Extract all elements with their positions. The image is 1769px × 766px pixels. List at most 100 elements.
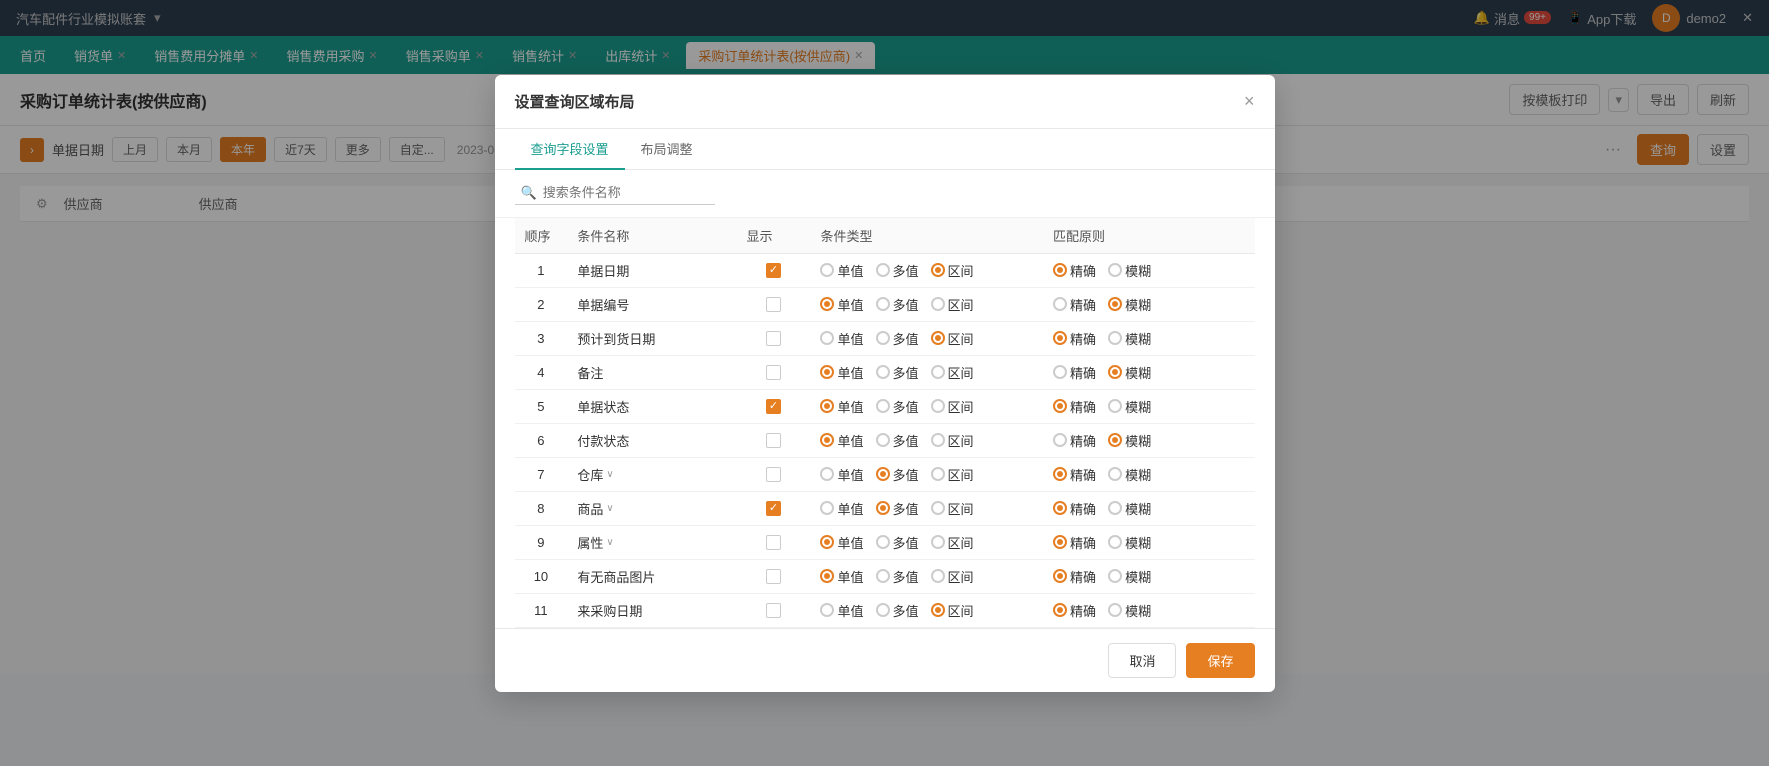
row-show-2[interactable] bbox=[736, 321, 810, 355]
cancel-button[interactable]: 取消 bbox=[1108, 643, 1176, 678]
row-show-0[interactable] bbox=[736, 253, 810, 287]
row-show-7[interactable] bbox=[736, 491, 810, 525]
show-checkbox-3[interactable] bbox=[766, 365, 781, 380]
radio-type-单值-row4[interactable]: 单值 bbox=[820, 397, 863, 416]
dialog-table-wrap: 顺序 条件名称 显示 条件类型 匹配原则 1 单据日期 单值 bbox=[495, 218, 1275, 628]
row-show-6[interactable] bbox=[736, 457, 810, 491]
show-checkbox-4[interactable] bbox=[766, 399, 781, 414]
radio-circle-精确 bbox=[1053, 535, 1067, 549]
radio-label-模糊: 模糊 bbox=[1125, 295, 1151, 314]
radio-match-模糊-row2[interactable]: 模糊 bbox=[1108, 329, 1151, 348]
radio-type-多值-row9[interactable]: 多值 bbox=[876, 567, 919, 586]
radio-type-单值-row0[interactable]: 单值 bbox=[820, 261, 863, 280]
radio-type-区间-row3[interactable]: 区间 bbox=[931, 363, 974, 382]
radio-label-模糊: 模糊 bbox=[1125, 465, 1151, 484]
radio-circle-多值 bbox=[876, 433, 890, 447]
radio-type-多值-row10[interactable]: 多值 bbox=[876, 601, 919, 620]
show-checkbox-1[interactable] bbox=[766, 297, 781, 312]
radio-match-精确-row8[interactable]: 精确 bbox=[1053, 533, 1096, 552]
radio-type-单值-row10[interactable]: 单值 bbox=[820, 601, 863, 620]
radio-type-单值-row2[interactable]: 单值 bbox=[820, 329, 863, 348]
row-order-0: 1 bbox=[515, 253, 568, 287]
radio-type-区间-row5[interactable]: 区间 bbox=[931, 431, 974, 450]
radio-match-模糊-row9[interactable]: 模糊 bbox=[1108, 567, 1151, 586]
radio-match-精确-row4[interactable]: 精确 bbox=[1053, 397, 1096, 416]
row-show-8[interactable] bbox=[736, 525, 810, 559]
radio-label-精确: 精确 bbox=[1070, 567, 1096, 586]
radio-type-多值-row0[interactable]: 多值 bbox=[876, 261, 919, 280]
radio-type-区间-row10[interactable]: 区间 bbox=[931, 601, 974, 620]
radio-type-单值-row6[interactable]: 单值 bbox=[820, 465, 863, 484]
radio-match-精确-row7[interactable]: 精确 bbox=[1053, 499, 1096, 518]
radio-match-模糊-row4[interactable]: 模糊 bbox=[1108, 397, 1151, 416]
tab-query-fields[interactable]: 查询字段设置 bbox=[515, 129, 625, 170]
show-checkbox-9[interactable] bbox=[766, 569, 781, 584]
row-name-5: 付款状态 bbox=[567, 423, 736, 457]
table-row: 4 备注 单值 多值 区间 精确 模糊 bbox=[515, 355, 1255, 389]
radio-type-多值-row6[interactable]: 多值 bbox=[876, 465, 919, 484]
show-checkbox-0[interactable] bbox=[766, 263, 781, 278]
match-radio-group-4: 精确 模糊 bbox=[1053, 397, 1244, 416]
radio-type-区间-row0[interactable]: 区间 bbox=[931, 261, 974, 280]
show-checkbox-2[interactable] bbox=[766, 331, 781, 346]
radio-match-模糊-row10[interactable]: 模糊 bbox=[1108, 601, 1151, 620]
search-input[interactable] bbox=[543, 185, 703, 200]
radio-type-多值-row7[interactable]: 多值 bbox=[876, 499, 919, 518]
show-checkbox-10[interactable] bbox=[766, 603, 781, 618]
match-radio-group-6: 精确 模糊 bbox=[1053, 465, 1244, 484]
radio-label-精确: 精确 bbox=[1070, 465, 1096, 484]
radio-type-区间-row1[interactable]: 区间 bbox=[931, 295, 974, 314]
radio-type-多值-row8[interactable]: 多值 bbox=[876, 533, 919, 552]
radio-label-区间: 区间 bbox=[948, 601, 974, 620]
radio-type-区间-row9[interactable]: 区间 bbox=[931, 567, 974, 586]
radio-match-模糊-row0[interactable]: 模糊 bbox=[1108, 261, 1151, 280]
radio-match-模糊-row1[interactable]: 模糊 bbox=[1108, 295, 1151, 314]
row-show-9[interactable] bbox=[736, 559, 810, 593]
row-show-3[interactable] bbox=[736, 355, 810, 389]
radio-type-多值-row4[interactable]: 多值 bbox=[876, 397, 919, 416]
radio-match-模糊-row7[interactable]: 模糊 bbox=[1108, 499, 1151, 518]
radio-match-精确-row3[interactable]: 精确 bbox=[1053, 363, 1096, 382]
radio-match-精确-row6[interactable]: 精确 bbox=[1053, 465, 1096, 484]
radio-match-精确-row10[interactable]: 精确 bbox=[1053, 601, 1096, 620]
radio-type-单值-row5[interactable]: 单值 bbox=[820, 431, 863, 450]
tab-layout-adjust[interactable]: 布局调整 bbox=[625, 129, 709, 170]
row-show-5[interactable] bbox=[736, 423, 810, 457]
radio-label-单值: 单值 bbox=[837, 533, 863, 552]
radio-match-精确-row5[interactable]: 精确 bbox=[1053, 431, 1096, 450]
condition-name: 预计到货日期 bbox=[577, 332, 655, 347]
show-checkbox-5[interactable] bbox=[766, 433, 781, 448]
radio-type-多值-row5[interactable]: 多值 bbox=[876, 431, 919, 450]
radio-type-多值-row3[interactable]: 多值 bbox=[876, 363, 919, 382]
save-button[interactable]: 保存 bbox=[1186, 643, 1254, 678]
show-checkbox-7[interactable] bbox=[766, 501, 781, 516]
radio-type-单值-row3[interactable]: 单值 bbox=[820, 363, 863, 382]
radio-type-单值-row9[interactable]: 单值 bbox=[820, 567, 863, 586]
radio-match-模糊-row5[interactable]: 模糊 bbox=[1108, 431, 1151, 450]
radio-type-多值-row2[interactable]: 多值 bbox=[876, 329, 919, 348]
row-show-10[interactable] bbox=[736, 593, 810, 627]
radio-match-精确-row2[interactable]: 精确 bbox=[1053, 329, 1096, 348]
radio-type-单值-row8[interactable]: 单值 bbox=[820, 533, 863, 552]
radio-match-模糊-row6[interactable]: 模糊 bbox=[1108, 465, 1151, 484]
radio-type-区间-row8[interactable]: 区间 bbox=[931, 533, 974, 552]
row-show-4[interactable] bbox=[736, 389, 810, 423]
radio-type-区间-row4[interactable]: 区间 bbox=[931, 397, 974, 416]
radio-label-模糊: 模糊 bbox=[1125, 499, 1151, 518]
dialog-close-button[interactable]: × bbox=[1244, 92, 1255, 110]
radio-type-单值-row7[interactable]: 单值 bbox=[820, 499, 863, 518]
show-checkbox-6[interactable] bbox=[766, 467, 781, 482]
radio-label-精确: 精确 bbox=[1070, 397, 1096, 416]
radio-match-模糊-row3[interactable]: 模糊 bbox=[1108, 363, 1151, 382]
radio-type-单值-row1[interactable]: 单值 bbox=[820, 295, 863, 314]
show-checkbox-8[interactable] bbox=[766, 535, 781, 550]
radio-type-区间-row7[interactable]: 区间 bbox=[931, 499, 974, 518]
radio-match-精确-row0[interactable]: 精确 bbox=[1053, 261, 1096, 280]
radio-match-精确-row9[interactable]: 精确 bbox=[1053, 567, 1096, 586]
radio-type-区间-row6[interactable]: 区间 bbox=[931, 465, 974, 484]
radio-type-多值-row1[interactable]: 多值 bbox=[876, 295, 919, 314]
radio-match-模糊-row8[interactable]: 模糊 bbox=[1108, 533, 1151, 552]
row-show-1[interactable] bbox=[736, 287, 810, 321]
radio-type-区间-row2[interactable]: 区间 bbox=[931, 329, 974, 348]
radio-match-精确-row1[interactable]: 精确 bbox=[1053, 295, 1096, 314]
